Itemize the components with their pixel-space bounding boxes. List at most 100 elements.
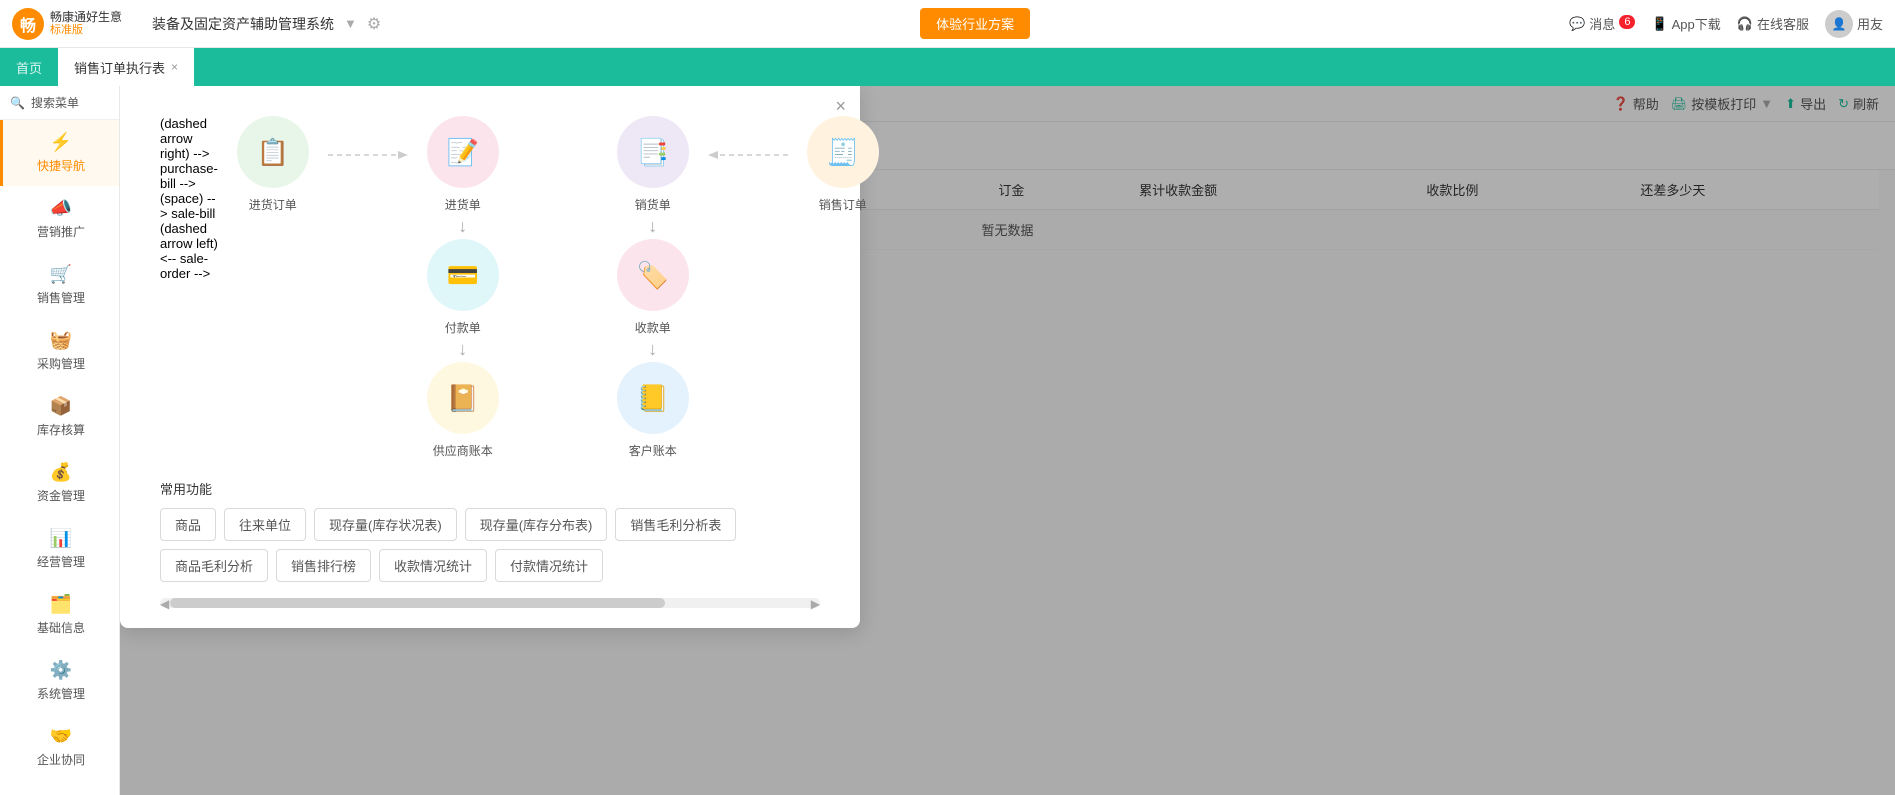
func-contacts[interactable]: 往来单位 bbox=[224, 508, 306, 541]
scroll-left-button[interactable]: ◀ bbox=[160, 597, 169, 611]
func-receipt-stats[interactable]: 收款情况统计 bbox=[379, 549, 487, 582]
message-icon: 💬 bbox=[1569, 16, 1585, 32]
tab-bar: 首页 销售订单执行表 × bbox=[0, 48, 1895, 86]
sidebar-item-marketing[interactable]: 📣 营销推广 bbox=[0, 186, 119, 252]
supplier-ledger-node[interactable]: 📔 供应商账本 bbox=[408, 362, 518, 459]
s3 bbox=[518, 340, 598, 358]
try-industry-button[interactable]: 体验行业方案 bbox=[920, 8, 1030, 39]
main-area: 🔍 搜索菜单 ⚡ 快捷导航 📣 营销推广 🛒 销售管理 🧺 采购管理 📦 bbox=[0, 86, 1895, 795]
arrow-down-pay: ↓ bbox=[408, 340, 518, 358]
sale-order-circle: 🧾 bbox=[807, 116, 879, 188]
user-avatar: 👤 bbox=[1825, 10, 1853, 38]
arrow-down-pb: ↓ bbox=[408, 217, 518, 235]
quick-nav-modal: × (dashed arrow right) --> purchase-bill… bbox=[120, 86, 860, 628]
purchase-order-node[interactable]: 📋 进货订单 bbox=[218, 116, 328, 213]
spacer-right bbox=[788, 217, 898, 235]
flow-top-row: 📋 进货订单 bbox=[218, 116, 898, 459]
func-inventory-dist[interactable]: 现存量(库存分布表) bbox=[465, 508, 608, 541]
app-download-button[interactable]: 📱 App下载 bbox=[1651, 14, 1720, 33]
receipt-node[interactable]: 🏷️ 收款单 bbox=[598, 239, 708, 336]
search-icon: 🔍 bbox=[10, 96, 25, 110]
online-service-button[interactable]: 🎧 在线客服 bbox=[1737, 14, 1809, 33]
marketing-icon: 📣 bbox=[50, 198, 72, 219]
tab-close-button[interactable]: × bbox=[171, 60, 178, 74]
page-content: ❓ 帮助 🖨 按模板打印 ▼ ⬆ 导出 ↻ 刷新 bbox=[120, 86, 1895, 795]
top-bar-left: 畅 畅康通好生意 标准版 装备及固定资产辅助管理系统 ▼ ⚙ bbox=[12, 8, 381, 40]
sidebar-item-beginner[interactable]: 📖 新手引导 bbox=[0, 780, 119, 795]
func-sales-profit[interactable]: 销售毛利分析表 bbox=[615, 508, 736, 541]
customer-ledger-node[interactable]: 📒 客户账本 bbox=[598, 362, 708, 459]
logo-icon: 畅 bbox=[12, 8, 44, 40]
sidebar-item-system[interactable]: ⚙️ 系统管理 bbox=[0, 648, 119, 714]
func-sales-rank[interactable]: 销售排行榜 bbox=[276, 549, 371, 582]
purchase-order-circle: 📋 bbox=[237, 116, 309, 188]
sale-bill-label: 销货单 bbox=[635, 196, 671, 213]
tab-sales-orders[interactable]: 销售订单执行表 × bbox=[58, 48, 194, 86]
customer-ledger-label: 客户账本 bbox=[629, 442, 677, 459]
s5 bbox=[788, 340, 898, 358]
func-product[interactable]: 商品 bbox=[160, 508, 216, 541]
top-right: 💬 消息 6 📱 App下载 🎧 在线客服 👤 用友 bbox=[1569, 10, 1883, 38]
sidebar-item-funds[interactable]: 💰 资金管理 bbox=[0, 450, 119, 516]
s4 bbox=[708, 340, 788, 358]
enterprise-icon: 🤝 bbox=[50, 726, 72, 747]
common-functions-section: 常用功能 商品 往来单位 现存量(库存状况表) 现存量(库存分布表) 销售毛利分… bbox=[160, 479, 820, 582]
sidebar-item-quick-nav[interactable]: ⚡ 快捷导航 bbox=[0, 120, 119, 186]
logo-text: 畅康通好生意 标准版 bbox=[50, 10, 122, 38]
settings-icon[interactable]: ⚙ bbox=[367, 14, 381, 34]
download-icon: 📱 bbox=[1651, 16, 1667, 32]
search-menu-button[interactable]: 🔍 搜索菜单 bbox=[0, 86, 119, 120]
purchase-bill-label: 进货单 bbox=[445, 196, 481, 213]
func-inventory-status[interactable]: 现存量(库存状况表) bbox=[314, 508, 457, 541]
spacer-arrow bbox=[328, 217, 408, 235]
dropdown-icon[interactable]: ▼ bbox=[344, 16, 357, 31]
arrow-down-sb: ↓ bbox=[598, 217, 708, 235]
sidebar-item-operations[interactable]: 📊 经营管理 bbox=[0, 516, 119, 582]
supplier-ledger-circle: 📔 bbox=[427, 362, 499, 434]
sidebar-item-sales[interactable]: 🛒 销售管理 bbox=[0, 252, 119, 318]
arrow-so-to-sb bbox=[708, 147, 788, 163]
supplier-ledger-label: 供应商账本 bbox=[433, 442, 493, 459]
payment-circle: 💳 bbox=[427, 239, 499, 311]
payment-label: 付款单 bbox=[445, 319, 481, 336]
sidebar-item-inventory[interactable]: 📦 库存核算 bbox=[0, 384, 119, 450]
modal-close-button[interactable]: × bbox=[835, 96, 846, 117]
modal-overlay[interactable]: × (dashed arrow right) --> purchase-bill… bbox=[120, 86, 1895, 795]
funds-icon: 💰 bbox=[50, 462, 72, 483]
flow-down-arrows-row2: ↓ ↓ bbox=[218, 340, 898, 358]
scroll-right-button[interactable]: ▶ bbox=[811, 597, 820, 611]
scrollbar-thumb[interactable] bbox=[170, 598, 665, 608]
arrow-po-to-pb bbox=[328, 147, 408, 163]
receipt-circle: 🏷️ bbox=[617, 239, 689, 311]
system-title: 装备及固定资产辅助管理系统 bbox=[152, 14, 334, 34]
user-menu[interactable]: 👤 用友 bbox=[1825, 10, 1883, 38]
sale-order-node[interactable]: 🧾 销售订单 bbox=[788, 116, 898, 213]
flow-row2: 💳 付款单 🏷️ 收款单 bbox=[218, 239, 898, 336]
purchase-icon: 🧺 bbox=[50, 330, 72, 351]
service-icon: 🎧 bbox=[1737, 16, 1753, 32]
inventory-icon: 📦 bbox=[50, 396, 72, 417]
flow-row3: 📔 供应商账本 📒 客户账本 bbox=[218, 362, 898, 459]
s1 bbox=[218, 340, 328, 358]
flow-chart-area: (dashed arrow right) --> purchase-bill -… bbox=[160, 116, 820, 459]
modal-scrollbar: ◀ ▶ bbox=[160, 598, 820, 608]
receipt-label: 收款单 bbox=[635, 319, 671, 336]
sidebar-item-purchase[interactable]: 🧺 采购管理 bbox=[0, 318, 119, 384]
sidebar-item-basic-info[interactable]: 🗂️ 基础信息 bbox=[0, 582, 119, 648]
sale-order-label: 销售订单 bbox=[819, 196, 867, 213]
top-bar: 畅 畅康通好生意 标准版 装备及固定资产辅助管理系统 ▼ ⚙ 体验行业方案 💬 … bbox=[0, 0, 1895, 48]
purchase-bill-node[interactable]: 📝 进货单 bbox=[408, 116, 518, 213]
payment-node[interactable]: 💳 付款单 bbox=[408, 239, 518, 336]
sidebar: 🔍 搜索菜单 ⚡ 快捷导航 📣 营销推广 🛒 销售管理 🧺 采购管理 📦 bbox=[0, 86, 120, 795]
message-button[interactable]: 💬 消息 6 bbox=[1569, 14, 1635, 33]
tab-home[interactable]: 首页 bbox=[0, 48, 58, 86]
message-badge: 6 bbox=[1619, 15, 1635, 29]
func-product-profit[interactable]: 商品毛利分析 bbox=[160, 549, 268, 582]
sale-bill-node[interactable]: 📑 销货单 bbox=[598, 116, 708, 213]
system-icon: ⚙️ bbox=[50, 660, 72, 681]
sales-icon: 🛒 bbox=[50, 264, 72, 285]
func-payment-stats[interactable]: 付款情况统计 bbox=[495, 549, 603, 582]
functions-grid: 商品 往来单位 现存量(库存状况表) 现存量(库存分布表) 销售毛利分析表 商品… bbox=[160, 508, 820, 582]
spacer-mid bbox=[518, 217, 598, 235]
sidebar-item-enterprise[interactable]: 🤝 企业协同 bbox=[0, 714, 119, 780]
